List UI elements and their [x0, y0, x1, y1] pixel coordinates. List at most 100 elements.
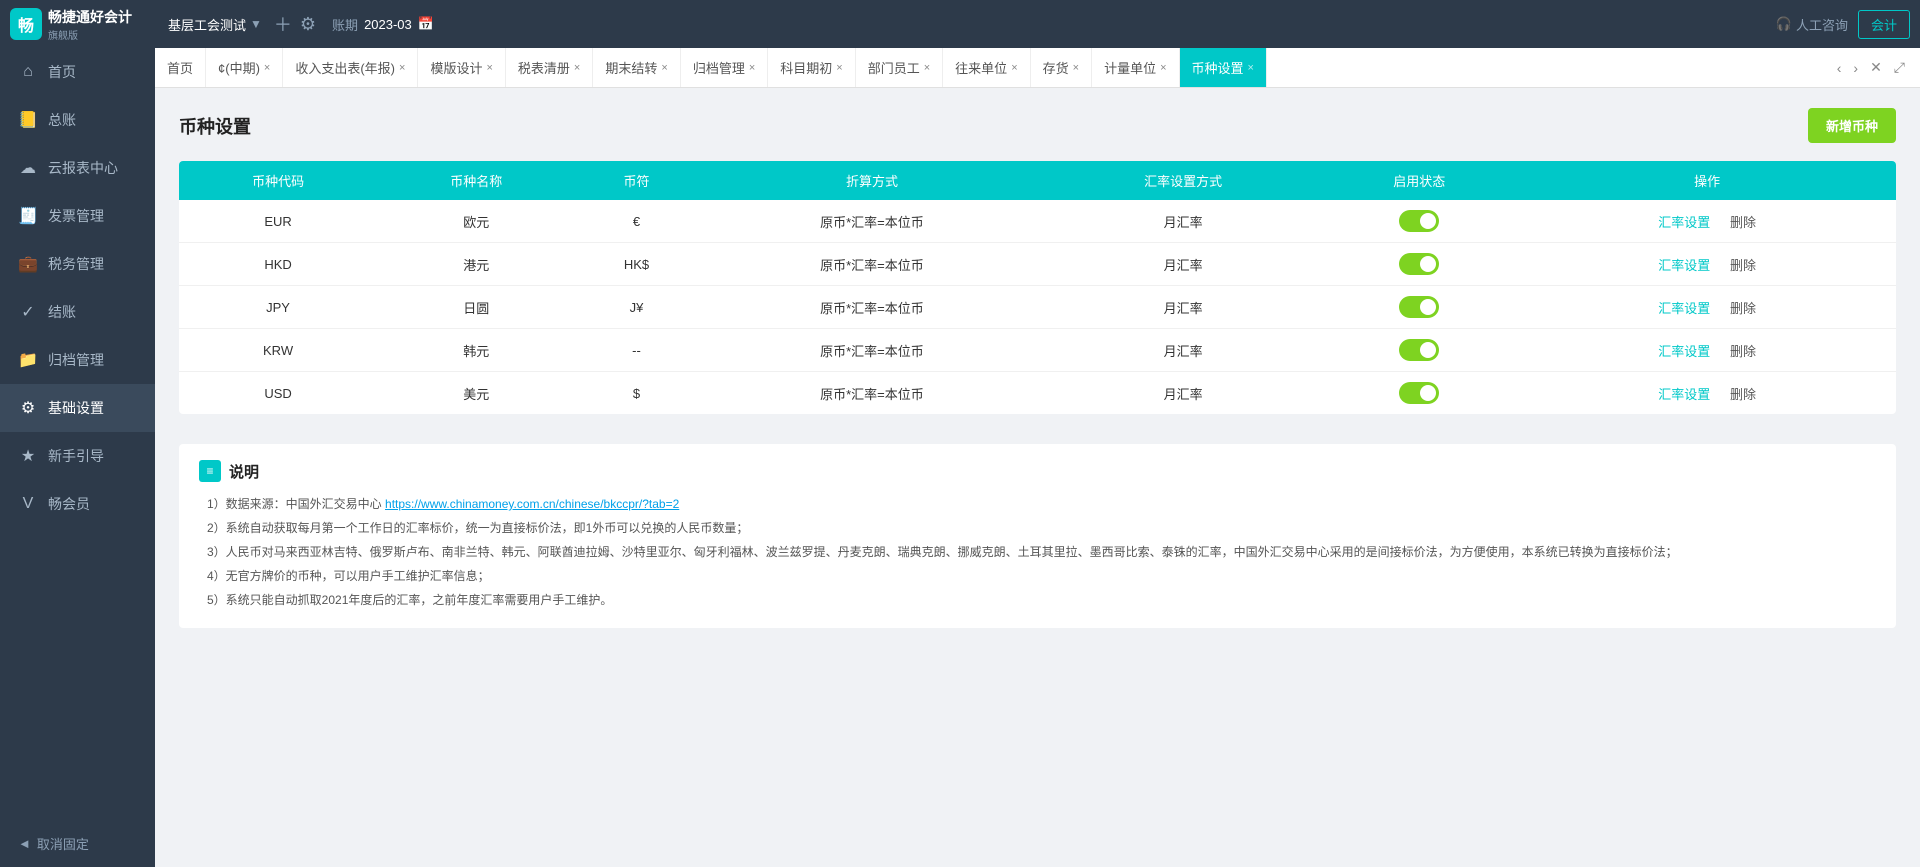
- sidebar-item-settings[interactable]: ⚙基础设置: [0, 384, 155, 432]
- tab-period_end[interactable]: 期末结转 ×: [593, 48, 680, 88]
- sidebar-label-reports: 云报表中心: [48, 158, 118, 178]
- tab-next-button[interactable]: ›: [1848, 58, 1863, 78]
- toggle-switch[interactable]: [1399, 253, 1439, 275]
- toggle-switch[interactable]: [1399, 210, 1439, 232]
- sidebar-label-tax: 税务管理: [48, 254, 104, 274]
- tab-prev-button[interactable]: ‹: [1832, 58, 1847, 78]
- tab-template[interactable]: 模版设计 ×: [418, 48, 505, 88]
- cell-name: 日圆: [377, 286, 575, 329]
- tab-close-dept[interactable]: ×: [924, 62, 930, 74]
- delete-link[interactable]: 删除: [1730, 215, 1756, 230]
- notes-item: 5）系统只能自动抓取2021年度后的汇率，之前年度汇率需要用户手工维护。: [207, 588, 1876, 612]
- tab-close-income[interactable]: ×: [399, 62, 405, 74]
- tab-currency[interactable]: 币种设置 ×: [1180, 48, 1267, 88]
- sidebar-label-home: 首页: [48, 62, 76, 82]
- tab-close-tax[interactable]: ×: [574, 62, 580, 74]
- settings-icon[interactable]: ⚙: [300, 14, 316, 35]
- tab-label-currency: 币种设置: [1192, 58, 1244, 77]
- tab-close-all-button[interactable]: ✕: [1865, 57, 1887, 78]
- table-row: EUR 欧元 € 原币*汇率=本位币 月汇率 汇率设置 删除: [179, 200, 1896, 243]
- cell-method: 原币*汇率=本位币: [698, 200, 1047, 243]
- sidebar-icon-home: ⌂: [18, 63, 38, 81]
- tab-close-inventory[interactable]: ×: [1073, 62, 1079, 74]
- tab-close-units[interactable]: ×: [1160, 62, 1166, 74]
- tab-close-customers[interactable]: ×: [1011, 62, 1017, 74]
- sidebar-item-tax[interactable]: 💼税务管理: [0, 240, 155, 288]
- sidebar-item-archive[interactable]: 📁归档管理: [0, 336, 155, 384]
- tab-label-home: 首页: [167, 58, 193, 77]
- sidebar-label-member: 畅会员: [48, 494, 90, 514]
- tab-period[interactable]: ¢(中期) ×: [206, 48, 283, 88]
- tab-close-period[interactable]: ×: [264, 62, 270, 74]
- cell-status: [1320, 243, 1518, 286]
- sidebar-collapse[interactable]: ◄ 取消固定: [0, 820, 155, 867]
- tab-label-template: 模版设计: [430, 58, 482, 77]
- notes-external-link[interactable]: https://www.chinamoney.com.cn/chinese/bk…: [385, 497, 679, 511]
- cell-status: [1320, 286, 1518, 329]
- cell-status: [1320, 372, 1518, 415]
- top-bar: 畅 畅捷通好会计 旗舰版 基层工会测试 ▼ ＋ ⚙ 账期 2023-03 📅 🎧…: [0, 0, 1920, 48]
- toggle-switch[interactable]: [1399, 382, 1439, 404]
- rate-setting-link[interactable]: 汇率设置: [1658, 258, 1710, 273]
- sidebar-item-member[interactable]: V畅会员: [0, 480, 155, 528]
- cell-code: USD: [179, 372, 377, 415]
- tab-close-subjects[interactable]: ×: [836, 62, 842, 74]
- tab-home[interactable]: 首页: [155, 48, 206, 88]
- content-area: 首页¢(中期) ×收入支出表(年报) ×模版设计 ×税表清册 ×期末结转 ×归档…: [155, 48, 1920, 867]
- account-button[interactable]: 会计: [1858, 10, 1910, 39]
- cell-code: EUR: [179, 200, 377, 243]
- sidebar-item-invoice[interactable]: 🧾发票管理: [0, 192, 155, 240]
- table-row: KRW 韩元 -- 原币*汇率=本位币 月汇率 汇率设置 删除: [179, 329, 1896, 372]
- rate-setting-link[interactable]: 汇率设置: [1658, 344, 1710, 359]
- sidebar-item-settle[interactable]: ✓结账: [0, 288, 155, 336]
- page-content: 币种设置 新增币种 币种代码币种名称币符折算方式汇率设置方式启用状态操作 EUR…: [155, 88, 1920, 867]
- help-button[interactable]: 🎧 人工咨询: [1776, 15, 1848, 34]
- rate-setting-link[interactable]: 汇率设置: [1658, 215, 1710, 230]
- new-currency-button[interactable]: 新增币种: [1808, 108, 1896, 143]
- rate-setting-link[interactable]: 汇率设置: [1658, 387, 1710, 402]
- tab-label-subjects: 科目期初: [780, 58, 832, 77]
- cell-name: 港元: [377, 243, 575, 286]
- tab-close-period_end[interactable]: ×: [661, 62, 667, 74]
- add-icon[interactable]: ＋: [274, 11, 292, 37]
- tab-tax[interactable]: 税表清册 ×: [506, 48, 593, 88]
- delete-link[interactable]: 删除: [1730, 258, 1756, 273]
- tab-label-customers: 往来单位: [955, 58, 1007, 77]
- tab-close-template[interactable]: ×: [486, 62, 492, 74]
- tab-archive[interactable]: 归档管理 ×: [681, 48, 768, 88]
- cell-method: 原币*汇率=本位币: [698, 243, 1047, 286]
- toggle-switch[interactable]: [1399, 339, 1439, 361]
- headset-icon: 🎧: [1776, 16, 1792, 32]
- top-actions: ＋ ⚙: [274, 11, 316, 37]
- sidebar-icon-settings: ⚙: [18, 398, 38, 418]
- tab-close-currency[interactable]: ×: [1248, 62, 1254, 74]
- rate-setting-link[interactable]: 汇率设置: [1658, 301, 1710, 316]
- tab-inventory[interactable]: 存货 ×: [1031, 48, 1092, 88]
- tab-income[interactable]: 收入支出表(年报) ×: [283, 48, 418, 88]
- sidebar-item-guide[interactable]: ★新手引导: [0, 432, 155, 480]
- tab-dept[interactable]: 部门员工 ×: [856, 48, 943, 88]
- notes-icon: ≡: [199, 460, 221, 482]
- table-header: 启用状态: [1320, 161, 1518, 200]
- sidebar-item-reports[interactable]: ☁云报表中心: [0, 144, 155, 192]
- sidebar-item-home[interactable]: ⌂ 首页: [0, 48, 155, 96]
- tab-expand-button[interactable]: ⤢: [1889, 57, 1910, 78]
- tab-label-period: ¢(中期): [218, 58, 260, 77]
- sidebar: ⌂ 首页 📒总账☁云报表中心🧾发票管理💼税务管理✓结账📁归档管理⚙基础设置★新手引导…: [0, 48, 155, 867]
- tab-subjects[interactable]: 科目期初 ×: [768, 48, 855, 88]
- collapse-label: 取消固定: [37, 834, 89, 853]
- company-selector[interactable]: 基层工会测试 ▼: [168, 15, 262, 34]
- delete-link[interactable]: 删除: [1730, 301, 1756, 316]
- sidebar-icon-ledger: 📒: [18, 110, 38, 130]
- delete-link[interactable]: 删除: [1730, 387, 1756, 402]
- sidebar-item-ledger[interactable]: 📒总账: [0, 96, 155, 144]
- calendar-icon[interactable]: 📅: [418, 16, 434, 32]
- tab-customers[interactable]: 往来单位 ×: [943, 48, 1030, 88]
- delete-link[interactable]: 删除: [1730, 344, 1756, 359]
- period-label: 账期: [332, 15, 358, 34]
- page-title-area: 币种设置 新增币种: [179, 108, 1896, 143]
- toggle-switch[interactable]: [1399, 296, 1439, 318]
- tab-units[interactable]: 计量单位 ×: [1092, 48, 1179, 88]
- tab-close-archive[interactable]: ×: [749, 62, 755, 74]
- cell-name: 美元: [377, 372, 575, 415]
